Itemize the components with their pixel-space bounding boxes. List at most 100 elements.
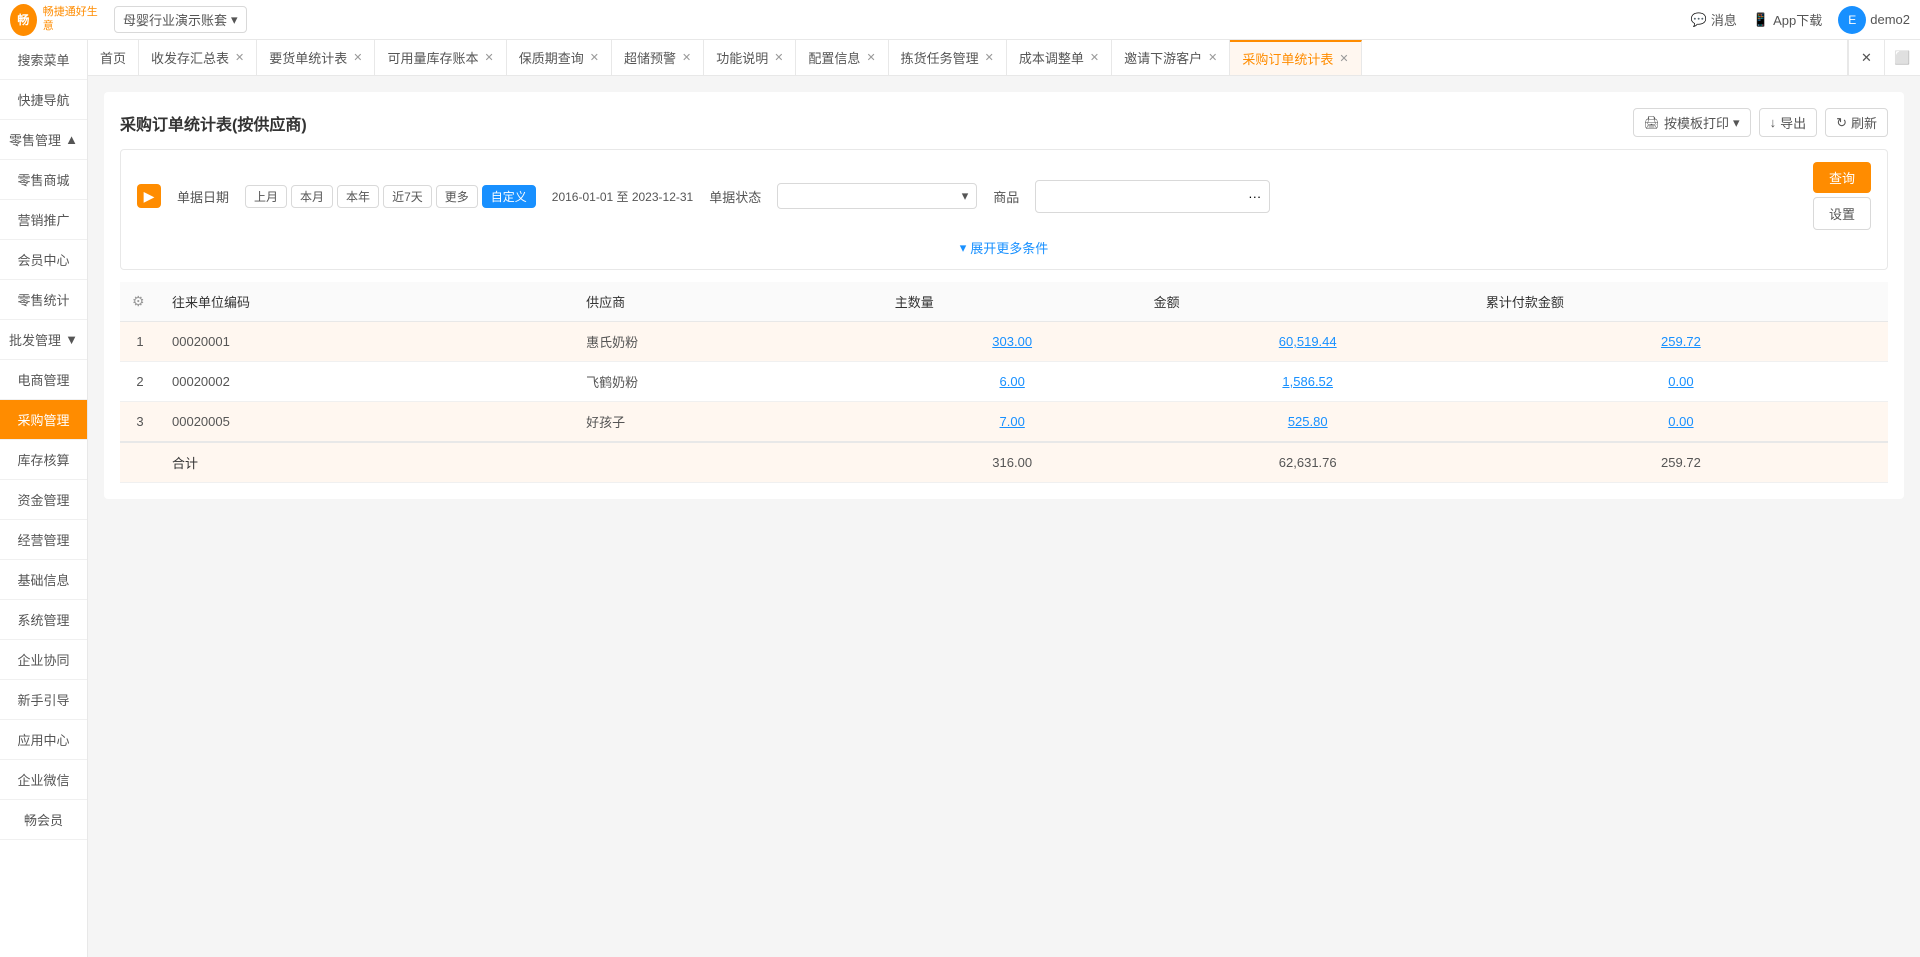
tab-purchase-summary[interactable]: 采购订单统计表 ✕ [1230, 40, 1361, 76]
new-guide-label: 新手引导 [17, 690, 69, 709]
sidebar-item-ecommerce-mgmt[interactable]: 电商管理 [0, 360, 87, 400]
table-row[interactable]: 2 00020002 飞鹤奶粉 6.00 1,586.52 0.00 [120, 362, 1888, 402]
sidebar-item-enterprise-wechat[interactable]: 企业微信 [0, 760, 87, 800]
tab-receive-summary[interactable]: 收发存汇总表 ✕ [139, 40, 257, 76]
tab-invite-downstream-label: 邀请下游客户 [1124, 48, 1202, 67]
workspace-label: 母婴行业演示账套 [123, 10, 227, 29]
sidebar-item-wholesale-mgmt[interactable]: 批发管理 ▼ [0, 320, 87, 360]
export-icon: ↓ [1770, 115, 1777, 130]
sidebar-item-purchase-mgmt[interactable]: 采购管理 [0, 400, 87, 440]
tab-purchase-summary-close-icon[interactable]: ✕ [1339, 52, 1348, 65]
tab-order-summary[interactable]: 要货单统计表 ✕ [257, 40, 375, 76]
status-select[interactable]: ▾ [777, 183, 977, 209]
table-row[interactable]: 3 00020005 好孩子 7.00 525.80 0.00 [120, 402, 1888, 443]
app-download-button[interactable]: 📱 App下载 [1753, 10, 1822, 29]
marketing-label: 营销推广 [17, 210, 69, 229]
tab-order-summary-close-icon[interactable]: ✕ [353, 51, 362, 64]
row-unit-code-cell: 00020005 [160, 402, 574, 443]
sidebar-item-app-center[interactable]: 应用中心 [0, 720, 87, 760]
query-button[interactable]: 查询 [1813, 162, 1871, 193]
sidebar-item-retail-mgmt[interactable]: 零售管理 ▲ [0, 120, 87, 160]
tab-overstock-warning-close-icon[interactable]: ✕ [682, 51, 691, 64]
content-area: 首页 收发存汇总表 ✕ 要货单统计表 ✕ 可用量库存账本 ✕ 保质期查询 ✕ 超… [88, 40, 1920, 957]
product-search-input[interactable] [1044, 185, 1244, 208]
footer-label-cell: 合计 [160, 442, 574, 483]
logo-icon: 畅 [10, 4, 37, 36]
date-more-button[interactable]: 更多 [436, 185, 478, 208]
sidebar-item-retail-mall[interactable]: 零售商城 [0, 160, 87, 200]
tab-overstock-warning[interactable]: 超储预警 ✕ [612, 40, 704, 76]
retail-mgmt-arrow-icon: ▲ [65, 132, 78, 147]
tab-home[interactable]: 首页 [88, 40, 139, 76]
tab-cost-adjust-close-icon[interactable]: ✕ [1090, 51, 1099, 64]
sidebar-item-retail-stats[interactable]: 零售统计 [0, 280, 87, 320]
sidebar-item-stock-check[interactable]: 库存核算 [0, 440, 87, 480]
download-icon: 📱 [1753, 12, 1769, 28]
message-icon: 💬 [1691, 12, 1707, 28]
sidebar-item-vip-member[interactable]: 畅会员 [0, 800, 87, 840]
tab-function-desc-close-icon[interactable]: ✕ [774, 51, 783, 64]
tab-available-stock-close-icon[interactable]: ✕ [485, 51, 494, 64]
tab-function-desc[interactable]: 功能说明 ✕ [704, 40, 796, 76]
settings-button[interactable]: 设置 [1813, 197, 1871, 230]
footer-supplier-cell [574, 442, 883, 483]
tab-available-stock[interactable]: 可用量库存账本 ✕ [375, 40, 506, 76]
ops-mgmt-label: 经营管理 [17, 530, 69, 549]
tab-config-info-close-icon[interactable]: ✕ [866, 51, 875, 64]
date-7days-button[interactable]: 近7天 [383, 185, 432, 208]
sidebar-item-quick-nav[interactable]: 快捷导航 [0, 80, 87, 120]
date-this-year-button[interactable]: 本年 [337, 185, 379, 208]
tab-config-info[interactable]: 配置信息 ✕ [796, 40, 888, 76]
tab-task-mgmt-close-icon[interactable]: ✕ [985, 51, 994, 64]
username: demo2 [1870, 12, 1910, 27]
tab-receive-summary-close-icon[interactable]: ✕ [235, 51, 244, 64]
workspace-selector[interactable]: 母婴行业演示账套 ▾ [114, 6, 247, 33]
sidebar-item-marketing[interactable]: 营销推广 [0, 200, 87, 240]
row-quantity-cell: 7.00 [883, 402, 1142, 443]
table-row[interactable]: 1 00020001 惠氏奶粉 303.00 60,519.44 259.72 [120, 322, 1888, 362]
quick-nav-label: 快捷导航 [17, 90, 69, 109]
export-button[interactable]: ↓ 导出 [1759, 108, 1818, 137]
tab-task-mgmt-label: 拣货任务管理 [901, 48, 979, 67]
tab-receive-summary-label: 收发存汇总表 [151, 48, 229, 67]
sidebar-item-ops-mgmt[interactable]: 经营管理 [0, 520, 87, 560]
page-header: 采购订单统计表(按供应商) 🖨 按模板打印 ▾ ↓ 导出 ↻ [120, 108, 1888, 137]
product-input-area[interactable]: ··· [1035, 180, 1270, 213]
sidebar-item-finance-mgmt[interactable]: 资金管理 [0, 480, 87, 520]
expand-more-button[interactable]: ▾ 展开更多条件 [137, 230, 1871, 257]
message-button[interactable]: 💬 消息 [1691, 10, 1737, 29]
footer-settings-cell [120, 442, 160, 483]
sidebar-item-member-center[interactable]: 会员中心 [0, 240, 87, 280]
sidebar-item-enterprise-collab[interactable]: 企业协同 [0, 640, 87, 680]
row-quantity-cell: 6.00 [883, 362, 1142, 402]
date-last-month-button[interactable]: 上月 [245, 185, 287, 208]
tab-cost-adjust[interactable]: 成本调整单 ✕ [1007, 40, 1112, 76]
tab-close-all-button[interactable]: ✕ [1848, 40, 1884, 76]
sidebar-item-new-guide[interactable]: 新手引导 [0, 680, 87, 720]
tab-task-mgmt[interactable]: 拣货任务管理 ✕ [889, 40, 1007, 76]
tab-controls: ✕ ⬜ [1847, 40, 1920, 76]
date-custom-button[interactable]: 自定义 [482, 185, 536, 208]
sidebar-item-search[interactable]: 搜索菜单 [0, 40, 87, 80]
sidebar-item-basic-info[interactable]: 基础信息 [0, 560, 87, 600]
tab-invite-downstream[interactable]: 邀请下游客户 ✕ [1112, 40, 1230, 76]
column-settings-icon[interactable]: ⚙ [132, 293, 145, 309]
row-supplier-cell: 惠氏奶粉 [574, 322, 883, 362]
tab-maximize-button[interactable]: ⬜ [1884, 40, 1920, 76]
tab-expiry-query[interactable]: 保质期查询 ✕ [507, 40, 612, 76]
footer-quantity-cell: 316.00 [883, 442, 1142, 483]
expand-label: 展开更多条件 [970, 238, 1048, 257]
sidebar-item-system-mgmt[interactable]: 系统管理 [0, 600, 87, 640]
status-filter-label: 单据状态 [709, 187, 761, 206]
date-this-month-button[interactable]: 本月 [291, 185, 333, 208]
refresh-button[interactable]: ↻ 刷新 [1825, 108, 1888, 137]
tab-expiry-query-close-icon[interactable]: ✕ [590, 51, 599, 64]
print-button[interactable]: 🖨 按模板打印 ▾ [1633, 108, 1751, 137]
col-settings-header: ⚙ [120, 282, 160, 322]
print-label: 按模板打印 [1664, 113, 1729, 132]
filter-toggle-button[interactable]: ▶ [137, 184, 161, 208]
top-right: 💬 消息 📱 App下载 E demo2 [1691, 6, 1910, 34]
page-card: 采购订单统计表(按供应商) 🖨 按模板打印 ▾ ↓ 导出 ↻ [104, 92, 1904, 499]
user-menu[interactable]: E demo2 [1838, 6, 1910, 34]
tab-invite-downstream-close-icon[interactable]: ✕ [1208, 51, 1217, 64]
